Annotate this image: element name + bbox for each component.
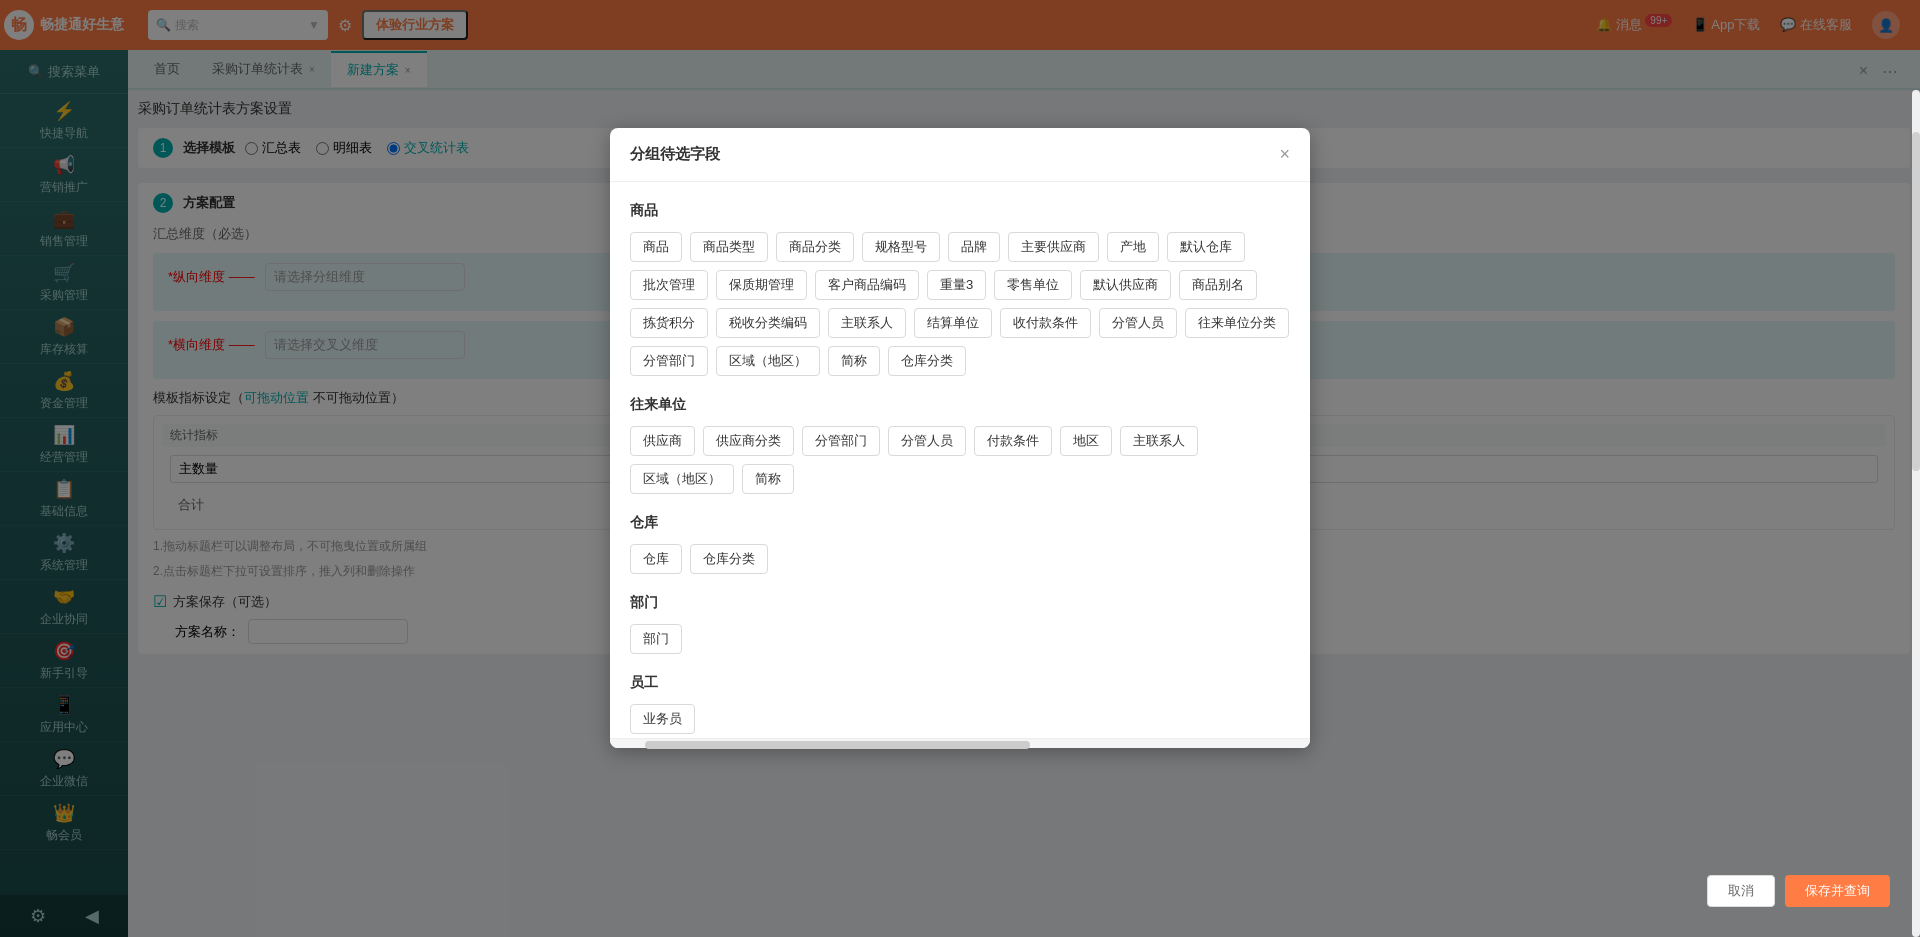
field-tag[interactable]: 品牌	[948, 232, 1000, 262]
field-tag[interactable]: 结算单位	[914, 308, 992, 338]
field-tag[interactable]: 收付款条件	[1000, 308, 1091, 338]
hscrollbar-thumb	[645, 741, 1030, 749]
modal-header: 分组待选字段 ×	[610, 128, 1310, 182]
modal-vscrollbar-thumb[interactable]	[1912, 132, 1920, 471]
modal-footer: 取消 保存并查询	[1707, 875, 1890, 907]
counterpart-fields: 供应商 供应商分类 分管部门 分管人员 付款条件 地区 主联系人 区域（地区） …	[630, 426, 1290, 494]
warehouse-group-title: 仓库	[630, 514, 1290, 532]
field-tag[interactable]: 保质期管理	[716, 270, 807, 300]
employee-group-title: 员工	[630, 674, 1290, 692]
field-tag[interactable]: 简称	[828, 346, 880, 376]
field-tag[interactable]: 分管人员	[888, 426, 966, 456]
field-tag[interactable]: 商品分类	[776, 232, 854, 262]
product-fields: 商品 商品类型 商品分类 规格型号 品牌 主要供应商 产地 默认仓库 批次管理 …	[630, 232, 1290, 376]
field-tag[interactable]: 分管人员	[1099, 308, 1177, 338]
field-tag[interactable]: 商品	[630, 232, 682, 262]
field-tag[interactable]: 地区	[1060, 426, 1112, 456]
field-tag[interactable]: 产地	[1107, 232, 1159, 262]
field-tag[interactable]: 仓库分类	[888, 346, 966, 376]
field-tag[interactable]: 区域（地区）	[716, 346, 820, 376]
field-tag[interactable]: 分管部门	[802, 426, 880, 456]
field-tag[interactable]: 税收分类编码	[716, 308, 820, 338]
field-group-department: 部门 部门	[630, 594, 1290, 654]
field-tag[interactable]: 简称	[742, 464, 794, 494]
employee-fields: 业务员	[630, 704, 1290, 734]
field-tag[interactable]: 零售单位	[994, 270, 1072, 300]
field-tag[interactable]: 重量3	[927, 270, 986, 300]
field-tag[interactable]: 供应商	[630, 426, 695, 456]
field-tag[interactable]: 仓库分类	[690, 544, 768, 574]
field-tag[interactable]: 主联系人	[1120, 426, 1198, 456]
modal-body[interactable]: 商品 商品 商品类型 商品分类 规格型号 品牌 主要供应商 产地 默认仓库 批次…	[610, 182, 1310, 739]
modal-vscrollbar-track	[1912, 90, 1920, 937]
field-tag[interactable]: 批次管理	[630, 270, 708, 300]
field-tag[interactable]: 商品类型	[690, 232, 768, 262]
field-tag[interactable]: 部门	[630, 624, 682, 654]
field-tag[interactable]: 主要供应商	[1008, 232, 1099, 262]
field-group-employee: 员工 业务员	[630, 674, 1290, 734]
product-group-title: 商品	[630, 202, 1290, 220]
field-tag[interactable]: 主联系人	[828, 308, 906, 338]
field-group-warehouse: 仓库 仓库 仓库分类	[630, 514, 1290, 574]
field-tag[interactable]: 拣货积分	[630, 308, 708, 338]
field-group-counterpart: 往来单位 供应商 供应商分类 分管部门 分管人员 付款条件 地区 主联系人 区域…	[630, 396, 1290, 494]
field-tag[interactable]: 业务员	[630, 704, 695, 734]
field-tag[interactable]: 供应商分类	[703, 426, 794, 456]
department-group-title: 部门	[630, 594, 1290, 612]
field-tag[interactable]: 分管部门	[630, 346, 708, 376]
modal-hscrollbar[interactable]	[610, 738, 1310, 747]
save-query-button[interactable]: 保存并查询	[1785, 875, 1890, 907]
field-tag[interactable]: 付款条件	[974, 426, 1052, 456]
field-group-product: 商品 商品 商品类型 商品分类 规格型号 品牌 主要供应商 产地 默认仓库 批次…	[630, 202, 1290, 376]
field-tag[interactable]: 商品别名	[1179, 270, 1257, 300]
cancel-button[interactable]: 取消	[1707, 875, 1775, 907]
field-tag[interactable]: 区域（地区）	[630, 464, 734, 494]
field-tag[interactable]: 规格型号	[862, 232, 940, 262]
field-tag[interactable]: 默认供应商	[1080, 270, 1171, 300]
field-tag[interactable]: 仓库	[630, 544, 682, 574]
department-fields: 部门	[630, 624, 1290, 654]
field-tag[interactable]: 往来单位分类	[1185, 308, 1289, 338]
field-select-modal: 分组待选字段 × 商品 商品 商品类型 商品分类 规格型号 品牌 主要供应商 产…	[610, 128, 1310, 748]
warehouse-fields: 仓库 仓库分类	[630, 544, 1290, 574]
counterpart-group-title: 往来单位	[630, 396, 1290, 414]
field-tag[interactable]: 默认仓库	[1167, 232, 1245, 262]
field-tag[interactable]: 客户商品编码	[815, 270, 919, 300]
modal-close-btn[interactable]: ×	[1279, 144, 1290, 165]
modal-title: 分组待选字段	[630, 145, 720, 164]
